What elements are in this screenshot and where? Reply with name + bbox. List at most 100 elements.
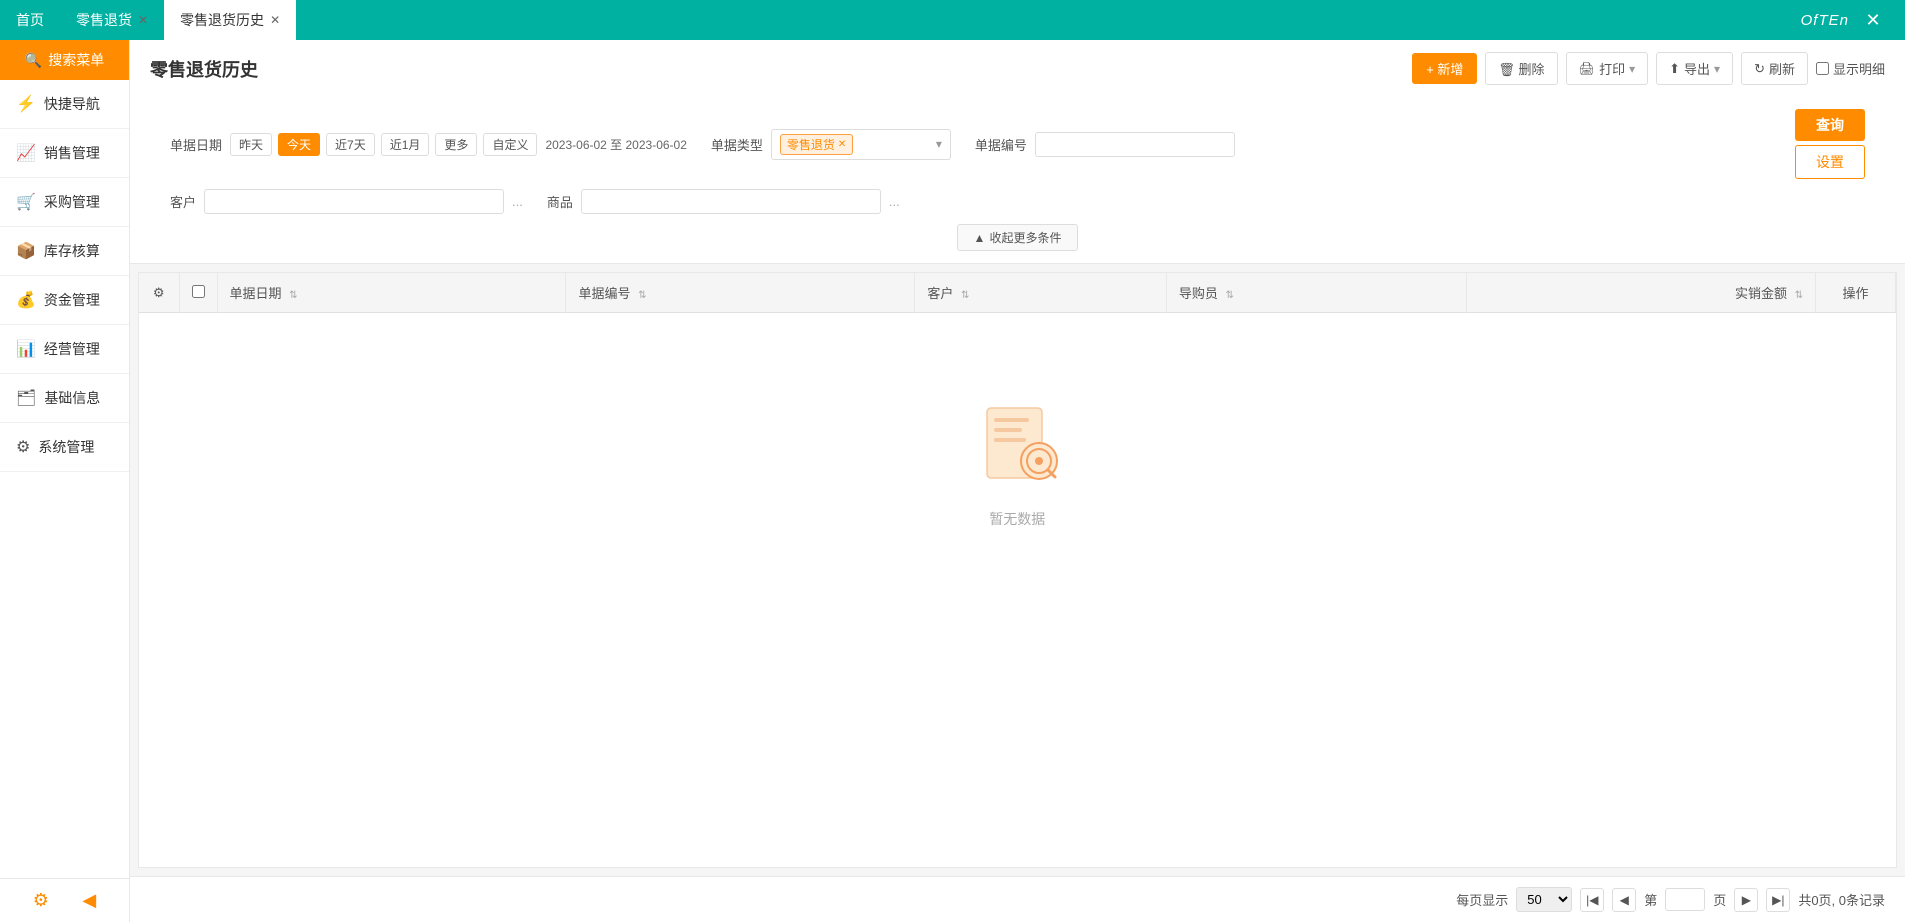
th-date[interactable]: 单据日期 ⇅ [217,273,566,313]
date-options: 昨天 今天 近7天 近1月 更多 自定义 [230,133,537,156]
last-page-button[interactable]: ▶| [1766,888,1790,912]
purchase-icon: 🛒 [16,192,36,212]
sidebar: 🔍 搜索菜单 ⚡ 快捷导航 📈 销售管理 🛒 采购管理 📦 库存核算 💰 [0,40,130,922]
print-button[interactable]: 🖨 🖨 打印 打印 ▾ [1566,52,1649,85]
show-detail-toggle[interactable]: 显示明细 [1816,59,1885,78]
page-title-row: 零售退货历史 + 新增 🗑 删除 🖨 🖨 打印 打印 ▾ ⬆ 导出 ▾ [150,52,1885,85]
type-filter-group: 单据类型 零售退货 ✕ ▾ [711,129,951,160]
operations-icon: 📊 [16,339,36,359]
tab-retail-return-history-close[interactable]: ✕ [270,13,280,27]
customer-sort-icon: ⇅ [961,290,969,301]
basic-info-icon: 🗂 [16,388,36,408]
print-icon: 🖨 [1579,61,1596,77]
next-page-button[interactable]: ▶ [1734,888,1758,912]
tab-retail-return-close[interactable]: ✕ [138,13,148,27]
type-tag-remove[interactable]: ✕ [838,139,846,150]
sidebar-menu: ⚡ 快捷导航 📈 销售管理 🛒 采购管理 📦 库存核算 💰 资金管理 📊 [0,80,129,878]
filter-area: 单据日期 昨天 今天 近7天 近1月 更多 自定义 2023-06-02 至 2… [150,97,1885,263]
system-icon: ⚙ [16,437,30,457]
empty-state-icon [967,393,1067,493]
sidebar-item-quick-nav[interactable]: ⚡ 快捷导航 [0,80,129,129]
customer-ellipsis-button[interactable]: ... [512,194,523,209]
empty-state: 暂无数据 [139,313,1896,609]
type-filter-label: 单据类型 [711,135,763,154]
sidebar-item-purchase[interactable]: 🛒 采购管理 [0,178,129,227]
sidebar-item-finance[interactable]: 💰 资金管理 [0,276,129,325]
th-guide[interactable]: 导购员 ⇅ [1166,273,1466,313]
empty-state-row: 暂无数据 [139,313,1896,610]
collapse-icon: ▲ [974,231,986,245]
print-dropdown-icon[interactable]: ▾ [1629,62,1635,76]
column-settings-icon[interactable]: ⚙ [153,285,165,300]
filter-settings-button[interactable]: 设置 [1795,145,1865,179]
prev-page-button[interactable]: ◀ [1612,888,1636,912]
select-all-checkbox[interactable] [192,285,205,298]
date-btn-more[interactable]: 更多 [435,133,477,156]
goods-filter-group: 商品 ... [547,189,900,214]
type-filter-select[interactable]: 零售退货 ✕ ▾ [771,129,951,160]
th-settings[interactable]: ⚙ [139,273,179,313]
refresh-button[interactable]: ↻ 刷新 [1741,52,1808,85]
main-layout: 🔍 搜索菜单 ⚡ 快捷导航 📈 销售管理 🛒 采购管理 📦 库存核算 💰 [0,40,1905,922]
sidebar-item-inventory[interactable]: 📦 库存核算 [0,227,129,276]
date-btn-yesterday[interactable]: 昨天 [230,133,272,156]
new-button[interactable]: + 新增 [1412,53,1477,84]
pagination-bar: 每页显示 50 10 20 100 |◀ ◀ 第 1 页 ▶ ▶| 共0页, 0… [130,876,1905,922]
date-filter-group: 单据日期 昨天 今天 近7天 近1月 更多 自定义 2023-06-02 至 2… [170,133,687,156]
page-header: 零售退货历史 + 新增 🗑 删除 🖨 🖨 打印 打印 ▾ ⬆ 导出 ▾ [130,40,1905,264]
goods-filter-input[interactable] [581,189,881,214]
number-filter-input[interactable] [1035,132,1235,157]
table-header-row: ⚙ 单据日期 ⇅ 单据编号 ⇅ [139,273,1896,313]
guide-sort-icon: ⇅ [1225,290,1233,301]
date-btn-today[interactable]: 今天 [278,133,320,156]
data-table: ⚙ 单据日期 ⇅ 单据编号 ⇅ [139,273,1896,609]
th-actions: 操作 [1816,273,1896,313]
number-filter-label: 单据编号 [975,135,1027,154]
page-label: 第 [1644,890,1657,909]
sidebar-settings-icon[interactable]: ⚙ [33,890,49,911]
sidebar-item-basic-info[interactable]: 🗂 基础信息 [0,374,129,423]
brand-label: OfTEn [1801,12,1849,29]
th-amount[interactable]: 实销金额 ⇅ [1467,273,1816,313]
delete-button[interactable]: 🗑 删除 [1485,52,1557,85]
date-btn-7days[interactable]: 近7天 [326,133,375,156]
tab-retail-return-history[interactable]: 零售退货历史 ✕ [164,0,296,40]
first-page-button[interactable]: |◀ [1580,888,1604,912]
per-page-select[interactable]: 50 10 20 100 [1516,887,1572,912]
tab-home[interactable]: 首页 [0,0,60,40]
sidebar-item-system[interactable]: ⚙ 系统管理 [0,423,129,472]
collapse-button[interactable]: ▲ 收起更多条件 [957,224,1079,251]
amount-sort-icon: ⇅ [1795,290,1803,301]
type-dropdown-arrow: ▾ [936,137,942,151]
export-button[interactable]: ⬆ 导出 ▾ [1656,52,1733,85]
content-area: 零售退货历史 + 新增 🗑 删除 🖨 🖨 打印 打印 ▾ ⬆ 导出 ▾ [130,40,1905,922]
th-customer[interactable]: 客户 ⇅ [915,273,1166,313]
query-button[interactable]: 查询 [1795,109,1865,141]
page-input[interactable]: 1 [1665,888,1705,911]
export-dropdown-icon[interactable]: ▾ [1714,62,1720,76]
refresh-icon: ↻ [1754,61,1765,77]
sidebar-collapse-icon[interactable]: ◀ [82,890,96,911]
sidebar-search[interactable]: 🔍 搜索菜单 [0,40,129,80]
inventory-icon: 📦 [16,241,36,261]
customer-filter-group: 客户 ... [170,189,523,214]
date-btn-1month[interactable]: 近1月 [381,133,430,156]
sidebar-item-sales[interactable]: 📈 销售管理 [0,129,129,178]
show-detail-checkbox[interactable] [1816,62,1829,75]
customer-filter-input[interactable] [204,189,504,214]
number-sort-icon: ⇅ [638,290,646,301]
export-icon: ⬆ [1669,61,1680,77]
number-filter-group: 单据编号 [975,132,1235,157]
date-range-display: 2023-06-02 至 2023-06-02 [545,136,686,153]
goods-ellipsis-button[interactable]: ... [889,194,900,209]
th-number[interactable]: 单据编号 ⇅ [566,273,915,313]
date-btn-custom[interactable]: 自定义 [483,133,537,156]
sidebar-item-operations[interactable]: 📊 经营管理 [0,325,129,374]
tab-retail-return[interactable]: 零售退货 ✕ [60,0,164,40]
quick-nav-icon: ⚡ [16,94,36,114]
filter-bottom-row: ▲ 收起更多条件 [170,224,1865,251]
window-close-button[interactable]: ✕ [1857,4,1889,36]
page-unit: 页 [1713,890,1726,909]
type-tag: 零售退货 ✕ [780,134,853,155]
th-checkbox[interactable] [179,273,217,313]
